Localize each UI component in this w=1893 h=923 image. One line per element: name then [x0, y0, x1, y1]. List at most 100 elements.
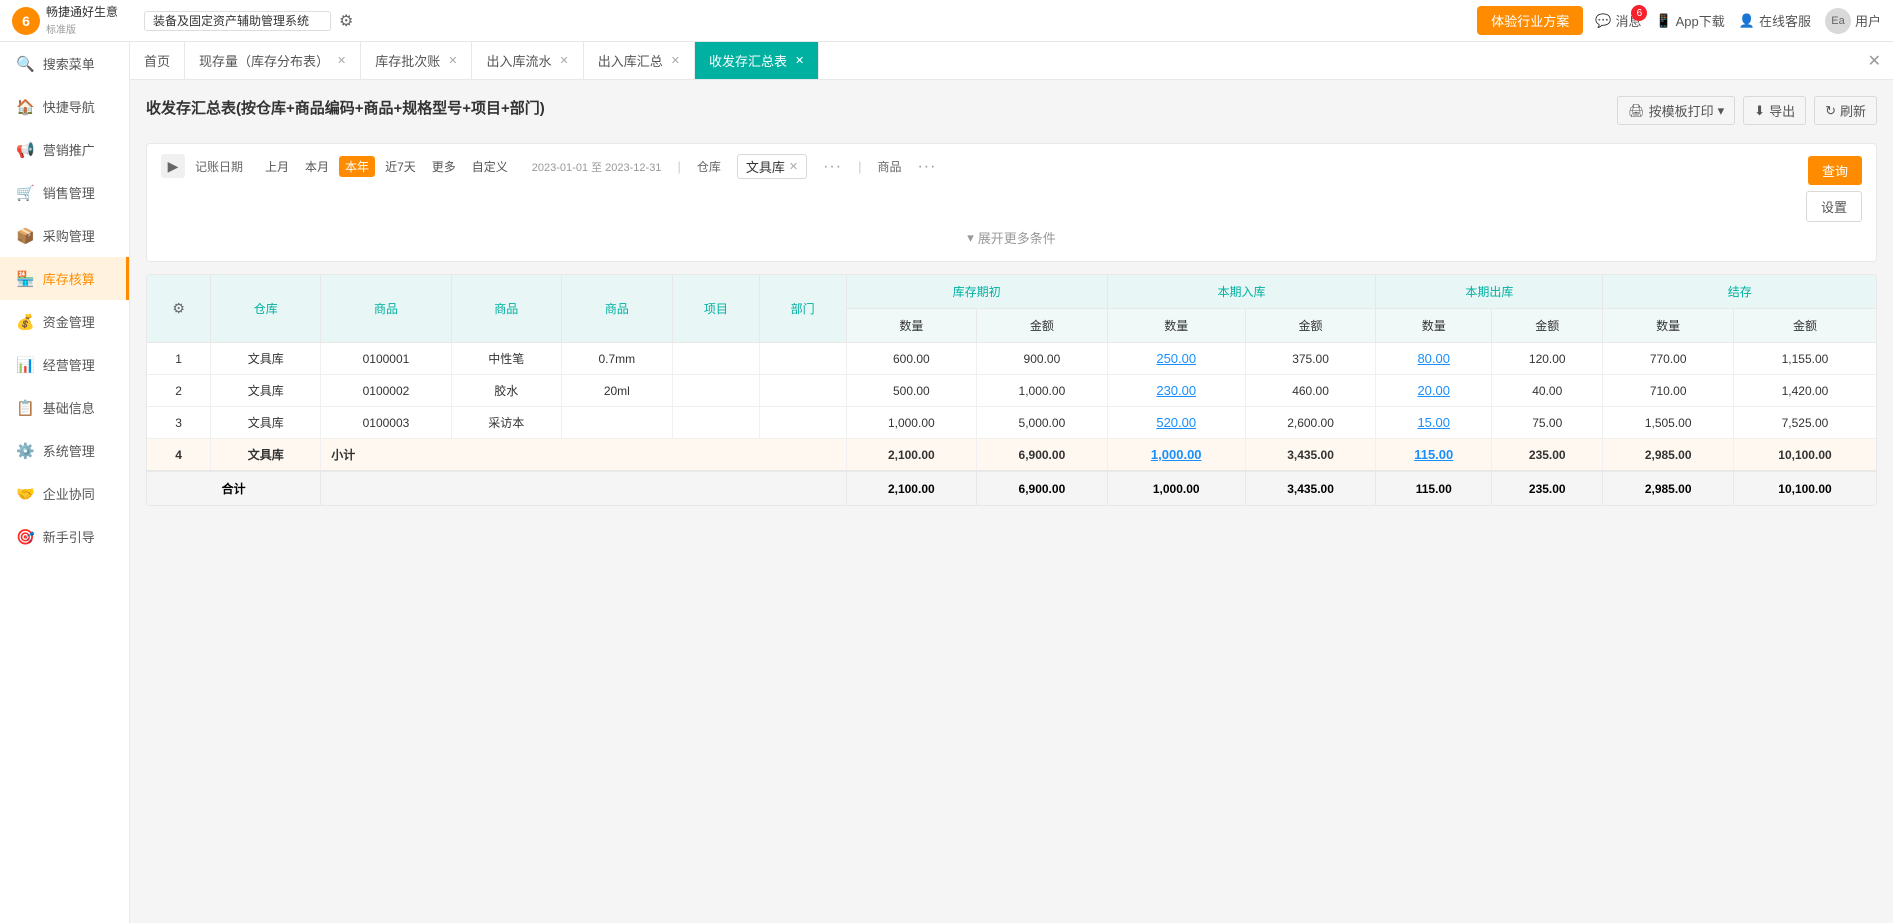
tab-inventory-dist[interactable]: 现存量（库存分布表） ✕ — [185, 42, 361, 80]
filter-main: 记账日期 上月 本月 本年 近7天 更多 自定义 2023-01-01 至 20… — [195, 154, 1796, 179]
row1-spec: 0.7mm — [561, 343, 672, 375]
warehouse-more-button[interactable]: ··· — [823, 158, 842, 176]
warehouse-tag-remove[interactable]: ✕ — [789, 160, 798, 173]
tab-receipt-summary[interactable]: 收发存汇总表 ✕ — [695, 42, 819, 80]
total-open-amt: 6,900.00 — [977, 471, 1108, 505]
row1-open-amt: 900.00 — [977, 343, 1108, 375]
warehouse-filter-label: 仓库 — [697, 158, 721, 175]
print-button[interactable]: 🖨 按模板打印 ▾ — [1617, 96, 1735, 125]
subtotal-in-qty[interactable]: 1,000.00 — [1107, 439, 1245, 472]
row1-warehouse: 文具库 — [211, 343, 321, 375]
sidebar-item-sales[interactable]: 🛒 销售管理 — [0, 171, 129, 214]
row3-out-qty[interactable]: 15.00 — [1376, 407, 1492, 439]
expand-more-button[interactable]: ▾ 展开更多条件 — [967, 228, 1056, 247]
sidebar-item-basicinfo[interactable]: 📋 基础信息 — [0, 386, 129, 429]
query-button[interactable]: 查询 — [1808, 156, 1862, 185]
export-icon: ⬇ — [1754, 103, 1765, 119]
row2-out-amt: 40.00 — [1492, 375, 1603, 407]
tab-close-receipt-summary[interactable]: ✕ — [795, 54, 804, 67]
app-download-button[interactable]: 📱 App下载 — [1655, 11, 1724, 30]
sidebar-item-quicknav[interactable]: 🏠 快捷导航 — [0, 85, 129, 128]
tab-close-in-out-flow[interactable]: ✕ — [560, 54, 569, 67]
col-settings: ⚙ — [147, 275, 211, 343]
table-settings-icon[interactable]: ⚙ — [172, 300, 185, 316]
finance-icon: 💰 — [16, 313, 35, 331]
row2-out-qty[interactable]: 20.00 — [1376, 375, 1492, 407]
sales-icon: 🛒 — [16, 184, 35, 202]
row2-dept — [759, 375, 846, 407]
data-table: ⚙ 仓库 商品 商品 商品 项目 部门 库存期初 本期入库 本期出库 结存 — [147, 275, 1876, 505]
tab-close-in-out-summary[interactable]: ✕ — [671, 54, 680, 67]
tab-close-inventory-dist[interactable]: ✕ — [337, 54, 346, 67]
row1-out-amt: 120.00 — [1492, 343, 1603, 375]
sidebar-item-system[interactable]: ⚙️ 系统管理 — [0, 429, 129, 472]
online-service-button[interactable]: 👤 在线客服 — [1739, 11, 1811, 30]
col-project: 项目 — [672, 275, 759, 343]
col-bal-amt: 金额 — [1733, 309, 1876, 343]
total-bal-amt: 10,100.00 — [1733, 471, 1876, 505]
col-out-qty: 数量 — [1376, 309, 1492, 343]
settings-text-button[interactable]: 设置 — [1806, 191, 1862, 222]
row1-in-qty[interactable]: 250.00 — [1107, 343, 1245, 375]
date-btn-last-month[interactable]: 上月 — [259, 156, 295, 177]
user-area[interactable]: Ea 用户 — [1825, 8, 1881, 34]
system-select[interactable]: 装备及固定资产辅助管理系统 — [144, 11, 331, 31]
tab-close-all-button[interactable]: ✕ — [1856, 51, 1893, 71]
row1-project — [672, 343, 759, 375]
table-row: 1 文具库 0100001 中性笔 0.7mm 600.00 900.00 25… — [147, 343, 1876, 375]
system-settings-button[interactable]: ⚙ — [339, 11, 353, 31]
subtotal-out-qty[interactable]: 115.00 — [1376, 439, 1492, 472]
export-button[interactable]: ⬇ 导出 — [1743, 96, 1806, 125]
sidebar-item-purchase[interactable]: 📦 采购管理 — [0, 214, 129, 257]
sidebar-item-guide[interactable]: 🎯 新手引导 — [0, 515, 129, 558]
refresh-button[interactable]: ↻ 刷新 — [1814, 96, 1877, 125]
message-badge: 6 — [1631, 5, 1647, 21]
total-out-qty: 115.00 — [1376, 471, 1492, 505]
sidebar-item-enterprise[interactable]: 🤝 企业协同 — [0, 472, 129, 515]
sidebar-item-operations[interactable]: 📊 经营管理 — [0, 343, 129, 386]
row2-open-amt: 1,000.00 — [977, 375, 1108, 407]
table-header-row-1: ⚙ 仓库 商品 商品 商品 项目 部门 库存期初 本期入库 本期出库 结存 — [147, 275, 1876, 309]
filter-toggle-button[interactable]: ▶ — [161, 154, 185, 178]
sidebar-item-inventory[interactable]: 🏪 库存核算 — [0, 257, 129, 300]
app-sub: 标准版 — [46, 21, 118, 36]
row2-spec: 20ml — [561, 375, 672, 407]
filter-section: ▶ 记账日期 上月 本月 本年 近7天 更多 自定义 — [161, 154, 1862, 222]
row1-open-qty: 600.00 — [846, 343, 977, 375]
row3-in-qty[interactable]: 520.00 — [1107, 407, 1245, 439]
purchase-icon: 📦 — [16, 227, 35, 245]
row3-warehouse: 文具库 — [211, 407, 321, 439]
app-name: 畅捷通好生意 — [46, 5, 118, 21]
tab-batch-ledger[interactable]: 库存批次账 ✕ — [361, 42, 472, 80]
goods-filter-label: 商品 — [877, 158, 901, 175]
top-right-area: 💬 消息 6 📱 App下载 👤 在线客服 Ea 用户 — [1595, 8, 1881, 34]
date-shortcuts: 上月 本月 本年 近7天 更多 自定义 — [259, 156, 514, 177]
date-btn-more[interactable]: 更多 — [426, 156, 462, 177]
sidebar-item-marketing[interactable]: 📢 营销推广 — [0, 128, 129, 171]
col-out-amt: 金额 — [1492, 309, 1603, 343]
total-in-amt: 3,435.00 — [1245, 471, 1376, 505]
trial-button[interactable]: 体验行业方案 — [1477, 6, 1583, 35]
row1-out-qty[interactable]: 80.00 — [1376, 343, 1492, 375]
logo-area: 6 畅捷通好生意 标准版 — [12, 5, 132, 36]
date-btn-this-month[interactable]: 本月 — [299, 156, 335, 177]
total-open-qty: 2,100.00 — [846, 471, 977, 505]
tab-close-batch-ledger[interactable]: ✕ — [448, 54, 457, 67]
system-name-area: 装备及固定资产辅助管理系统 ⚙ — [144, 11, 1465, 31]
row2-bal-amt: 1,420.00 — [1733, 375, 1876, 407]
tab-in-out-flow[interactable]: 出入库流水 ✕ — [472, 42, 583, 80]
row2-in-qty[interactable]: 230.00 — [1107, 375, 1245, 407]
date-btn-this-year[interactable]: 本年 — [339, 156, 375, 177]
basicinfo-icon: 📋 — [16, 399, 35, 417]
date-btn-7days[interactable]: 近7天 — [379, 156, 422, 177]
row3-name: 采访本 — [451, 407, 561, 439]
table-row: 2 文具库 0100002 胶水 20ml 500.00 1,000.00 23… — [147, 375, 1876, 407]
message-button[interactable]: 💬 消息 6 — [1595, 11, 1641, 30]
date-btn-custom[interactable]: 自定义 — [466, 156, 514, 177]
sidebar-item-search[interactable]: 🔍 搜索菜单 — [0, 42, 129, 85]
goods-more-button[interactable]: ··· — [917, 158, 936, 176]
tab-in-out-summary[interactable]: 出入库汇总 ✕ — [584, 42, 695, 80]
sidebar-item-finance[interactable]: 💰 资金管理 — [0, 300, 129, 343]
row3-in-amt: 2,600.00 — [1245, 407, 1376, 439]
tab-home[interactable]: 首页 — [130, 42, 185, 80]
